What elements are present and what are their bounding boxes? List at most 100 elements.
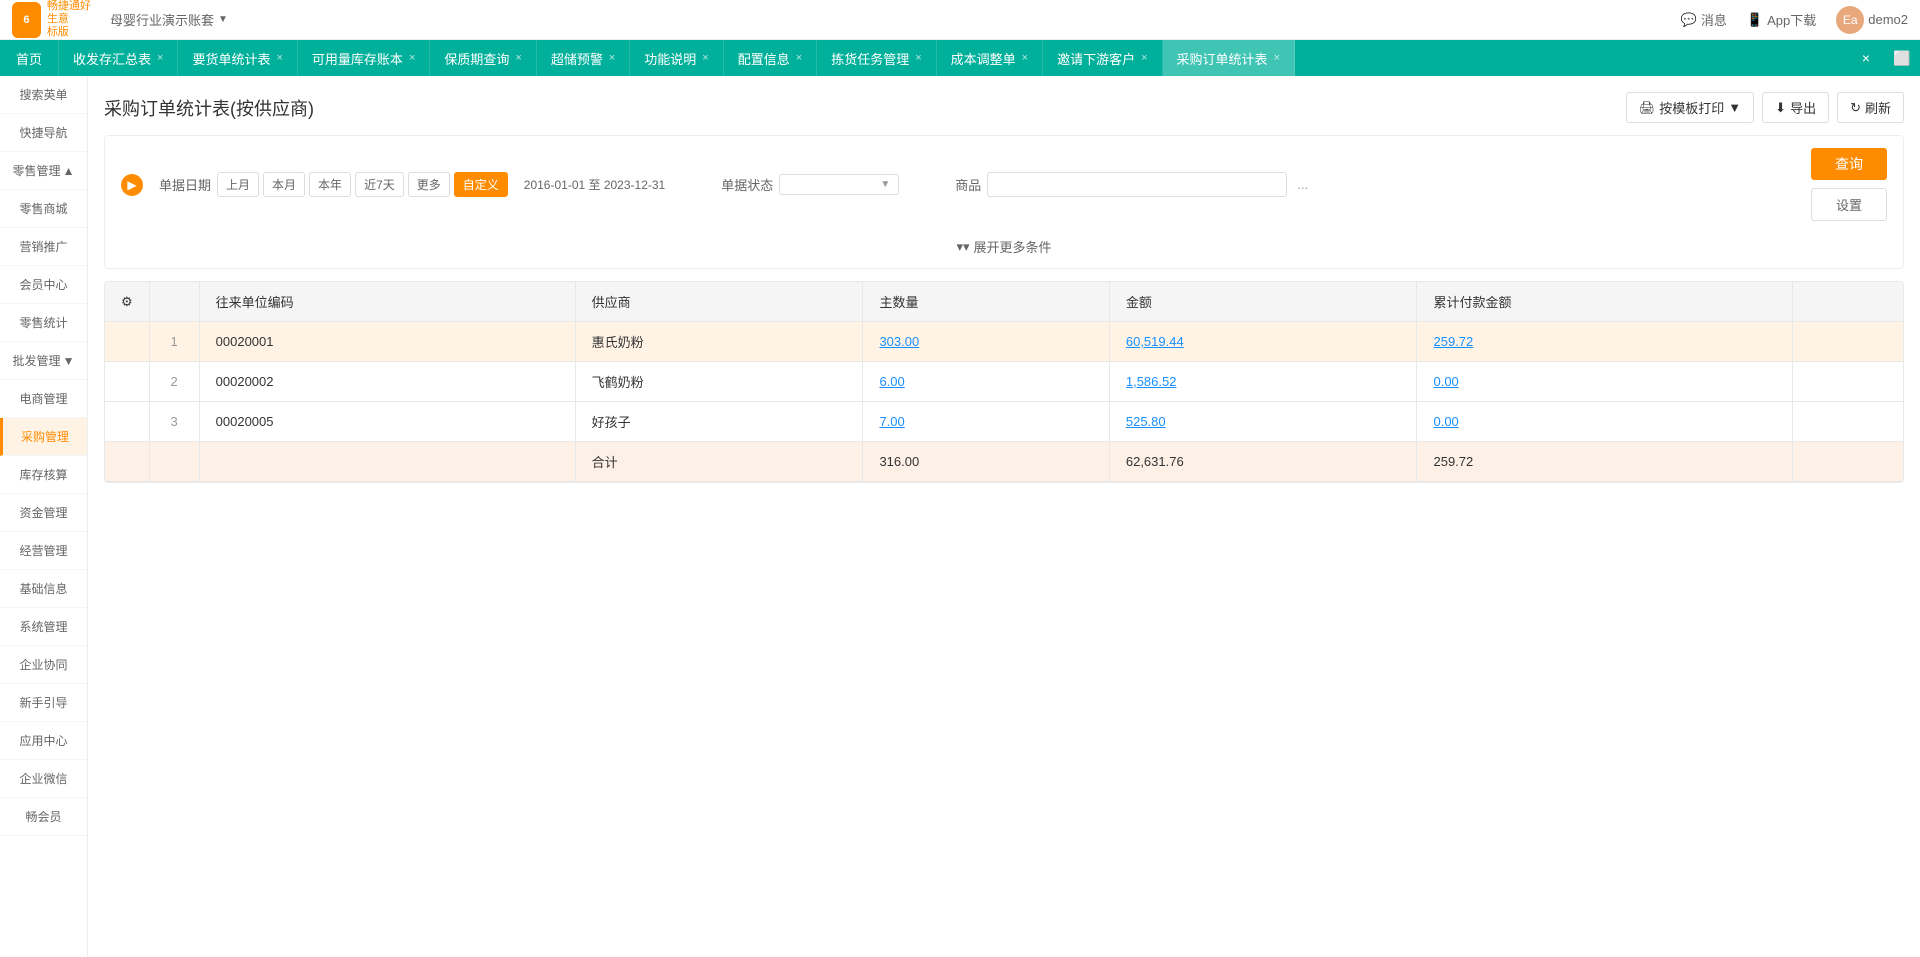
filter-toggle-button[interactable]: ▶ bbox=[121, 174, 143, 196]
sidebar-item-purchase-mgmt[interactable]: 采购管理 bbox=[0, 418, 87, 456]
nav-close-button[interactable]: × bbox=[1848, 40, 1884, 76]
row-2-index: 2 bbox=[149, 362, 199, 402]
refresh-button[interactable]: ↻ 刷新 bbox=[1837, 92, 1904, 123]
sidebar-enterprise-collab-label: 企业协同 bbox=[0, 656, 87, 673]
row-2-amount-link[interactable]: 1,586.52 bbox=[1126, 374, 1177, 389]
row-3-main-qty[interactable]: 7.00 bbox=[863, 402, 1109, 442]
status-select[interactable]: ▼ bbox=[779, 174, 899, 195]
sidebar-item-quick-nav[interactable]: 快捷导航 bbox=[0, 114, 87, 152]
sidebar-item-retail-mgmt[interactable]: 零售管理 ▲ bbox=[0, 152, 87, 190]
row-3-paid-link[interactable]: 0.00 bbox=[1433, 414, 1458, 429]
date-btn-7days[interactable]: 近7天 bbox=[355, 172, 404, 197]
row-2-paid-amount[interactable]: 0.00 bbox=[1417, 362, 1793, 402]
table-row[interactable]: 1 00020001 惠氏奶粉 303.00 60,519.44 259.72 bbox=[105, 322, 1903, 362]
sidebar-item-vip-member[interactable]: 畅会员 bbox=[0, 798, 87, 836]
sidebar-item-member[interactable]: 会员中心 bbox=[0, 266, 87, 304]
goods-filter-more[interactable]: ... bbox=[1297, 177, 1308, 192]
row-1-main-qty[interactable]: 303.00 bbox=[863, 322, 1109, 362]
tab-recv-send-close[interactable]: × bbox=[157, 52, 163, 64]
tab-overstock[interactable]: 超储预警 × bbox=[537, 40, 630, 76]
col-index bbox=[149, 282, 199, 322]
sidebar-item-sys-mgmt[interactable]: 系统管理 bbox=[0, 608, 87, 646]
tab-invite-downstream-close[interactable]: × bbox=[1141, 52, 1147, 64]
workspace-selector[interactable]: 母婴行业演示账套 ▼ bbox=[110, 10, 228, 29]
tab-invite-downstream-label: 邀请下游客户 bbox=[1057, 49, 1135, 68]
goods-filter-input[interactable] bbox=[987, 172, 1287, 197]
tab-pick-task[interactable]: 拣货任务管理 × bbox=[817, 40, 936, 76]
tab-home[interactable]: 首页 bbox=[0, 40, 59, 76]
app-download-button[interactable]: 📱 App下载 bbox=[1747, 10, 1816, 29]
tab-recv-send[interactable]: 收发存汇总表 × bbox=[59, 40, 178, 76]
tab-func-desc[interactable]: 功能说明 × bbox=[630, 40, 723, 76]
tab-invite-downstream[interactable]: 邀请下游客户 × bbox=[1043, 40, 1162, 76]
date-btn-this-month[interactable]: 本月 bbox=[263, 172, 305, 197]
tab-cost-adjust[interactable]: 成本调整单 × bbox=[937, 40, 1043, 76]
date-btn-this-year[interactable]: 本年 bbox=[309, 172, 351, 197]
sidebar-item-basic-info[interactable]: 基础信息 bbox=[0, 570, 87, 608]
sidebar-item-ecommerce[interactable]: 电商管理 bbox=[0, 380, 87, 418]
sidebar-vip-member-label: 畅会员 bbox=[0, 808, 87, 825]
sidebar-item-ops-mgmt[interactable]: 经营管理 bbox=[0, 532, 87, 570]
row-1-paid-amount[interactable]: 259.72 bbox=[1417, 322, 1793, 362]
sidebar-item-retail-stat[interactable]: 零售统计 bbox=[0, 304, 87, 342]
refresh-label: 刷新 bbox=[1865, 98, 1891, 117]
tab-inventory-account-close[interactable]: × bbox=[409, 52, 415, 64]
sidebar-item-inventory-check[interactable]: 库存核算 bbox=[0, 456, 87, 494]
expand-more-button[interactable]: ▾▾ 展开更多条件 bbox=[956, 237, 1051, 256]
tab-config-info[interactable]: 配置信息 × bbox=[724, 40, 817, 76]
column-settings-icon[interactable]: ⚙ bbox=[121, 294, 133, 309]
sidebar-item-wholesale-mgmt[interactable]: 批发管理 ▼ bbox=[0, 342, 87, 380]
row-3-main-qty-link[interactable]: 7.00 bbox=[879, 414, 904, 429]
sidebar-item-retail-mall[interactable]: 零售商城 bbox=[0, 190, 87, 228]
settings-button[interactable]: 设置 bbox=[1811, 188, 1887, 221]
row-3-amount-link[interactable]: 525.80 bbox=[1126, 414, 1166, 429]
sidebar-item-fund-mgmt[interactable]: 资金管理 bbox=[0, 494, 87, 532]
row-1-amount[interactable]: 60,519.44 bbox=[1109, 322, 1417, 362]
tab-goods-stat[interactable]: 要货单统计表 × bbox=[178, 40, 297, 76]
sidebar-item-enterprise-wechat[interactable]: 企业微信 bbox=[0, 760, 87, 798]
row-1-index: 1 bbox=[149, 322, 199, 362]
sidebar-item-new-guide[interactable]: 新手引导 bbox=[0, 684, 87, 722]
sidebar-item-app-center[interactable]: 应用中心 bbox=[0, 722, 87, 760]
tab-purchase-stat-close[interactable]: × bbox=[1274, 52, 1280, 64]
export-button[interactable]: ⬇ 导出 bbox=[1762, 92, 1829, 123]
logo-icon: 6 bbox=[12, 2, 41, 38]
date-btn-custom[interactable]: 自定义 bbox=[454, 172, 508, 197]
col-unit-code: 往来单位编码 bbox=[199, 282, 575, 322]
tab-warranty-query[interactable]: 保质期查询 × bbox=[430, 40, 536, 76]
tab-inventory-account[interactable]: 可用量库存账本 × bbox=[298, 40, 430, 76]
row-1-settings bbox=[105, 322, 149, 362]
row-1-extra bbox=[1793, 322, 1903, 362]
row-2-main-qty[interactable]: 6.00 bbox=[863, 362, 1109, 402]
tab-overstock-close[interactable]: × bbox=[609, 52, 615, 64]
row-3-paid-amount[interactable]: 0.00 bbox=[1417, 402, 1793, 442]
row-1-paid-link[interactable]: 259.72 bbox=[1433, 334, 1473, 349]
col-settings[interactable]: ⚙ bbox=[105, 282, 149, 322]
date-btn-last-month[interactable]: 上月 bbox=[217, 172, 259, 197]
row-2-paid-link[interactable]: 0.00 bbox=[1433, 374, 1458, 389]
nav-maximize-button[interactable]: ⬜ bbox=[1884, 40, 1920, 76]
template-print-button[interactable]: 🖨 按模板打印 ▼ bbox=[1626, 92, 1754, 123]
tab-func-desc-close[interactable]: × bbox=[702, 52, 708, 64]
table-row[interactable]: 2 00020002 飞鹤奶粉 6.00 1,586.52 0.00 bbox=[105, 362, 1903, 402]
tab-warranty-query-close[interactable]: × bbox=[515, 52, 521, 64]
sidebar-item-marketing[interactable]: 营销推广 bbox=[0, 228, 87, 266]
row-2-main-qty-link[interactable]: 6.00 bbox=[879, 374, 904, 389]
tab-pick-task-close[interactable]: × bbox=[915, 52, 921, 64]
message-button[interactable]: 💬 消息 bbox=[1681, 10, 1727, 29]
date-btn-more[interactable]: 更多 bbox=[408, 172, 450, 197]
user-area[interactable]: Ea demo2 bbox=[1836, 6, 1908, 34]
tab-goods-stat-close[interactable]: × bbox=[276, 52, 282, 64]
query-button[interactable]: 查询 bbox=[1811, 148, 1887, 180]
tab-config-info-close[interactable]: × bbox=[796, 52, 802, 64]
username: demo2 bbox=[1868, 12, 1908, 27]
tab-cost-adjust-close[interactable]: × bbox=[1022, 52, 1028, 64]
sidebar-item-enterprise-collab[interactable]: 企业协同 bbox=[0, 646, 87, 684]
row-1-main-qty-link[interactable]: 303.00 bbox=[879, 334, 919, 349]
table-row[interactable]: 3 00020005 好孩子 7.00 525.80 0.00 bbox=[105, 402, 1903, 442]
row-2-amount[interactable]: 1,586.52 bbox=[1109, 362, 1417, 402]
tab-purchase-stat[interactable]: 采购订单统计表 × bbox=[1163, 40, 1295, 76]
sidebar-item-search[interactable]: 搜索英单 bbox=[0, 76, 87, 114]
row-3-amount[interactable]: 525.80 bbox=[1109, 402, 1417, 442]
row-1-amount-link[interactable]: 60,519.44 bbox=[1126, 334, 1184, 349]
